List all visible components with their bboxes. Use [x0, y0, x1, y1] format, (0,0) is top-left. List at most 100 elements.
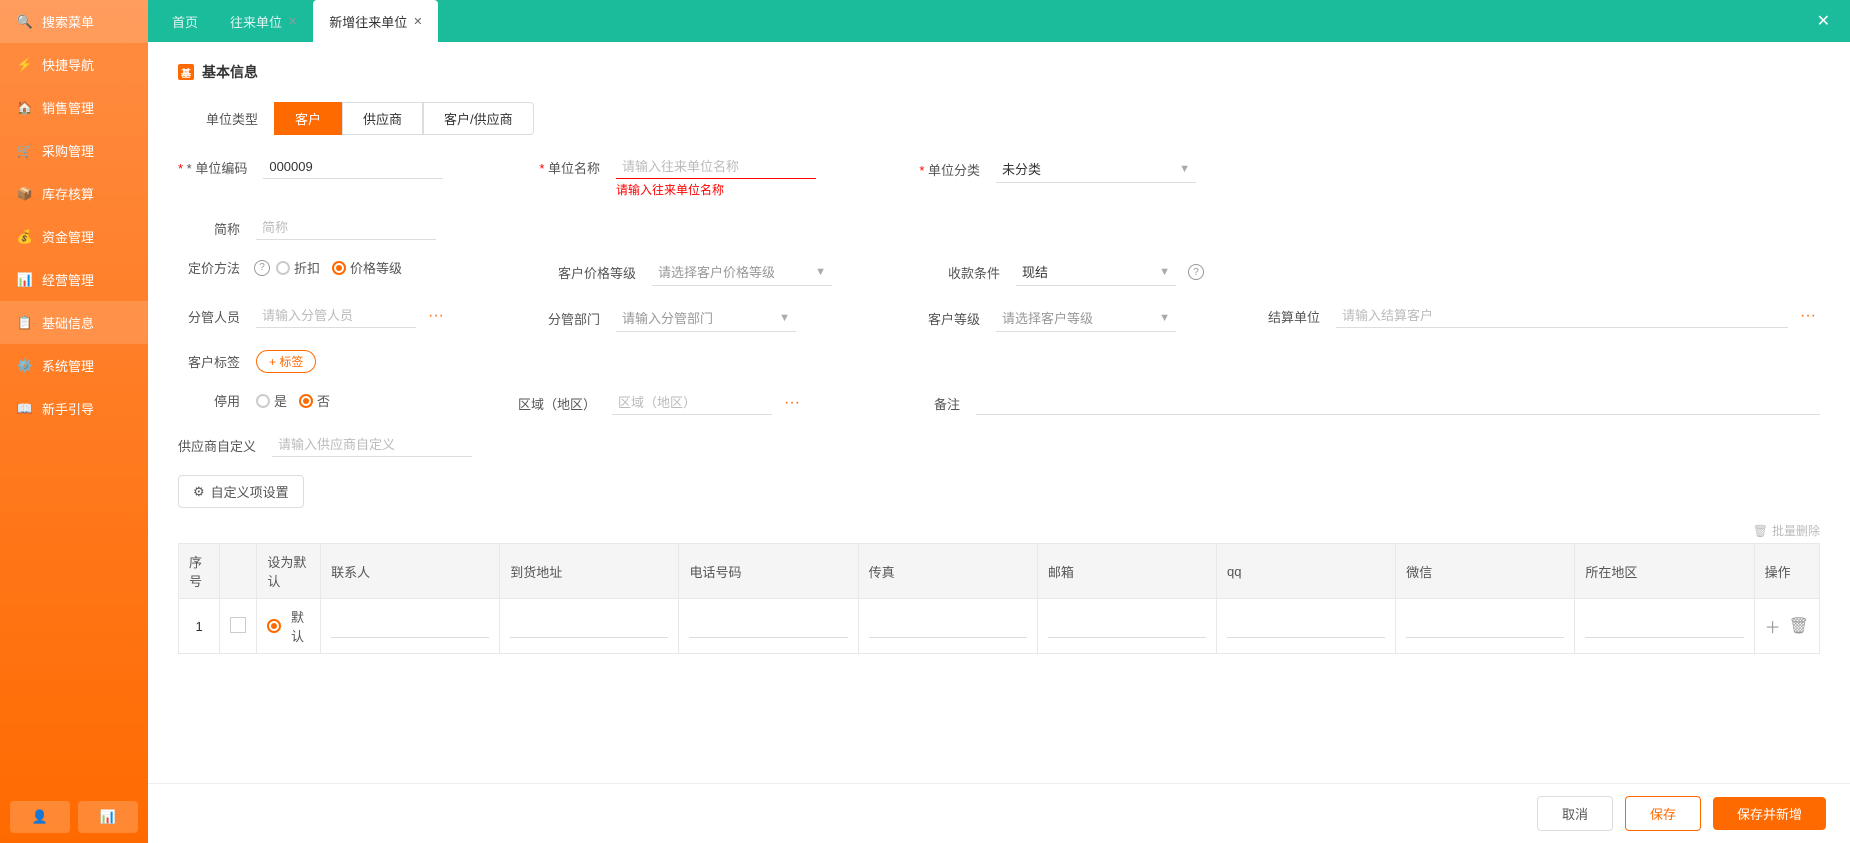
chevron-down-icon-5: ▼ — [1159, 312, 1170, 324]
form-footer: 取消 保存 保存并新增 — [148, 783, 1850, 843]
unit-name-input[interactable] — [616, 155, 816, 179]
settlement-input[interactable] — [1336, 304, 1788, 328]
col-fax: 传真 — [858, 544, 1037, 599]
sidebar-item-quick-nav[interactable]: ⚡ 快捷导航 — [0, 43, 148, 86]
remark-input[interactable] — [976, 391, 1820, 415]
form-row-supplier-custom: 供应商自定义 — [178, 433, 1820, 457]
chevron-down-icon-4: ▼ — [779, 312, 790, 324]
pricing-method-label: 定价方法 — [178, 258, 248, 277]
sidebar-item-label: 搜索菜单 — [42, 12, 94, 31]
unit-category-field: * 单位分类 未分类 ▼ — [918, 155, 1258, 183]
email-input[interactable] — [1048, 614, 1206, 638]
customer-price-select[interactable]: 请选择客户价格等级 ▼ — [652, 258, 832, 286]
remark-label: 备注 — [898, 394, 968, 413]
unit-type-btn-customer[interactable]: 客户 — [274, 102, 342, 135]
disabled-yes-radio[interactable]: 是 — [256, 391, 287, 410]
row-region[interactable] — [1575, 599, 1754, 654]
short-name-field: 简称 — [178, 216, 498, 240]
sidebar-item-system[interactable]: ⚙️ 系统管理 — [0, 344, 148, 387]
pricing-radio-discount[interactable]: 折扣 — [276, 258, 320, 277]
sidebar-item-purchase[interactable]: 🛒 采购管理 — [0, 129, 148, 172]
search-icon: 🔍 — [16, 13, 34, 31]
save-and-new-button[interactable]: 保存并新增 — [1713, 797, 1826, 830]
disabled-no-label: 否 — [317, 391, 330, 410]
region-input[interactable] — [612, 391, 772, 415]
sidebar-item-operation[interactable]: 📊 经营管理 — [0, 258, 148, 301]
dept-label: 分管部门 — [538, 309, 608, 328]
row-actions-cell: ＋ 🗑 — [1754, 599, 1819, 654]
row-address[interactable] — [500, 599, 679, 654]
row-seq: 1 — [179, 599, 220, 654]
row-checkbox-cell[interactable] — [220, 599, 257, 654]
radio-discount-label: 折扣 — [294, 258, 320, 277]
customer-price-placeholder: 请选择客户价格等级 — [658, 262, 815, 281]
row-email[interactable] — [1037, 599, 1216, 654]
sidebar-item-inventory[interactable]: 📦 库存核算 — [0, 172, 148, 215]
supervisor-more-icon[interactable]: ··· — [424, 307, 448, 325]
sidebar-item-label: 新手引导 — [42, 399, 94, 418]
sidebar-item-sales[interactable]: 🏠 销售管理 — [0, 86, 148, 129]
supervisor-input[interactable] — [256, 304, 416, 328]
wechat-input[interactable] — [1406, 614, 1564, 638]
fax-input[interactable] — [869, 614, 1027, 638]
pricing-help-icon[interactable]: ? — [254, 260, 270, 276]
add-tag-button[interactable]: + 标签 — [256, 350, 316, 373]
batch-delete-icon: 🗑 — [1753, 524, 1768, 538]
cart-icon: 🛒 — [16, 142, 34, 160]
dept-select[interactable]: 请输入分管部门 ▼ — [616, 304, 796, 332]
disabled-no-radio[interactable]: 否 — [299, 391, 330, 410]
short-name-input[interactable] — [256, 216, 436, 240]
row-fax[interactable] — [858, 599, 1037, 654]
save-button[interactable]: 保存 — [1625, 796, 1701, 831]
col-qq: qq — [1217, 544, 1396, 599]
window-close-button[interactable]: ✕ — [1805, 11, 1842, 31]
custom-settings-button[interactable]: ⚙ 自定义项设置 — [178, 475, 304, 508]
sidebar-item-finance[interactable]: 💰 资金管理 — [0, 215, 148, 258]
sidebar-item-guide[interactable]: 📖 新手引导 — [0, 387, 148, 430]
row-delete-icon[interactable]: 🗑 — [1789, 616, 1809, 636]
unit-category-select[interactable]: 未分类 ▼ — [996, 155, 1196, 183]
chevron-down-icon-2: ▼ — [815, 266, 826, 278]
contact-table: 序号 设为默认 联系人 到货地址 电话号码 传真 邮箱 qq 微信 所在地区 操… — [178, 543, 1820, 654]
row-checkbox[interactable] — [230, 617, 246, 633]
box-icon: 📦 — [16, 185, 34, 203]
unit-code-input[interactable] — [263, 155, 443, 179]
phone-input[interactable] — [689, 614, 847, 638]
pricing-radio-level[interactable]: 价格等级 — [332, 258, 402, 277]
row-add-icon[interactable]: ＋ — [1765, 614, 1781, 638]
sidebar-item-basic[interactable]: 📋 基础信息 — [0, 301, 148, 344]
tab-new-partner-close-icon[interactable]: ✕ — [413, 15, 422, 28]
row-region-input[interactable] — [1585, 614, 1743, 638]
tab-new-partner[interactable]: 新增往来单位 ✕ — [313, 0, 438, 42]
supplier-custom-input[interactable] — [272, 433, 472, 457]
tab-partners-label: 往来单位 — [230, 12, 282, 31]
tab-partners-close-icon[interactable]: ✕ — [288, 15, 297, 28]
settlement-more-icon[interactable]: ··· — [1796, 307, 1820, 325]
row-default-radio[interactable]: 默认 — [267, 607, 310, 645]
row-phone[interactable] — [679, 599, 858, 654]
sidebar-item-search[interactable]: 🔍 搜索菜单 — [0, 0, 148, 43]
payment-terms-select[interactable]: 现结 ▼ — [1016, 258, 1176, 286]
qq-input[interactable] — [1227, 614, 1385, 638]
dept-field: 分管部门 请输入分管部门 ▼ — [538, 304, 878, 332]
sidebar-bottom-btn-2[interactable]: 📊 — [78, 801, 138, 833]
region-more-icon[interactable]: ··· — [780, 394, 804, 412]
col-address: 到货地址 — [500, 544, 679, 599]
row-contact[interactable] — [321, 599, 500, 654]
contact-input[interactable] — [331, 614, 489, 638]
sidebar-item-label: 系统管理 — [42, 356, 94, 375]
supervisor-field: 分管人员 ··· — [178, 304, 498, 328]
tab-home[interactable]: 首页 — [156, 0, 214, 42]
unit-type-btn-supplier[interactable]: 供应商 — [342, 102, 423, 135]
sidebar-bottom-btn-1[interactable]: 👤 — [10, 801, 70, 833]
payment-help-icon[interactable]: ? — [1188, 264, 1204, 280]
tab-partners[interactable]: 往来单位 ✕ — [214, 0, 313, 42]
customer-level-select[interactable]: 请选择客户等级 ▼ — [996, 304, 1176, 332]
batch-delete-area[interactable]: 🗑 批量删除 — [178, 522, 1820, 539]
cancel-button[interactable]: 取消 — [1537, 796, 1613, 831]
row-default-label: 默认 — [285, 607, 310, 645]
row-wechat[interactable] — [1396, 599, 1575, 654]
address-input[interactable] — [510, 614, 668, 638]
row-qq[interactable] — [1217, 599, 1396, 654]
unit-type-btn-both[interactable]: 客户/供应商 — [423, 102, 534, 135]
